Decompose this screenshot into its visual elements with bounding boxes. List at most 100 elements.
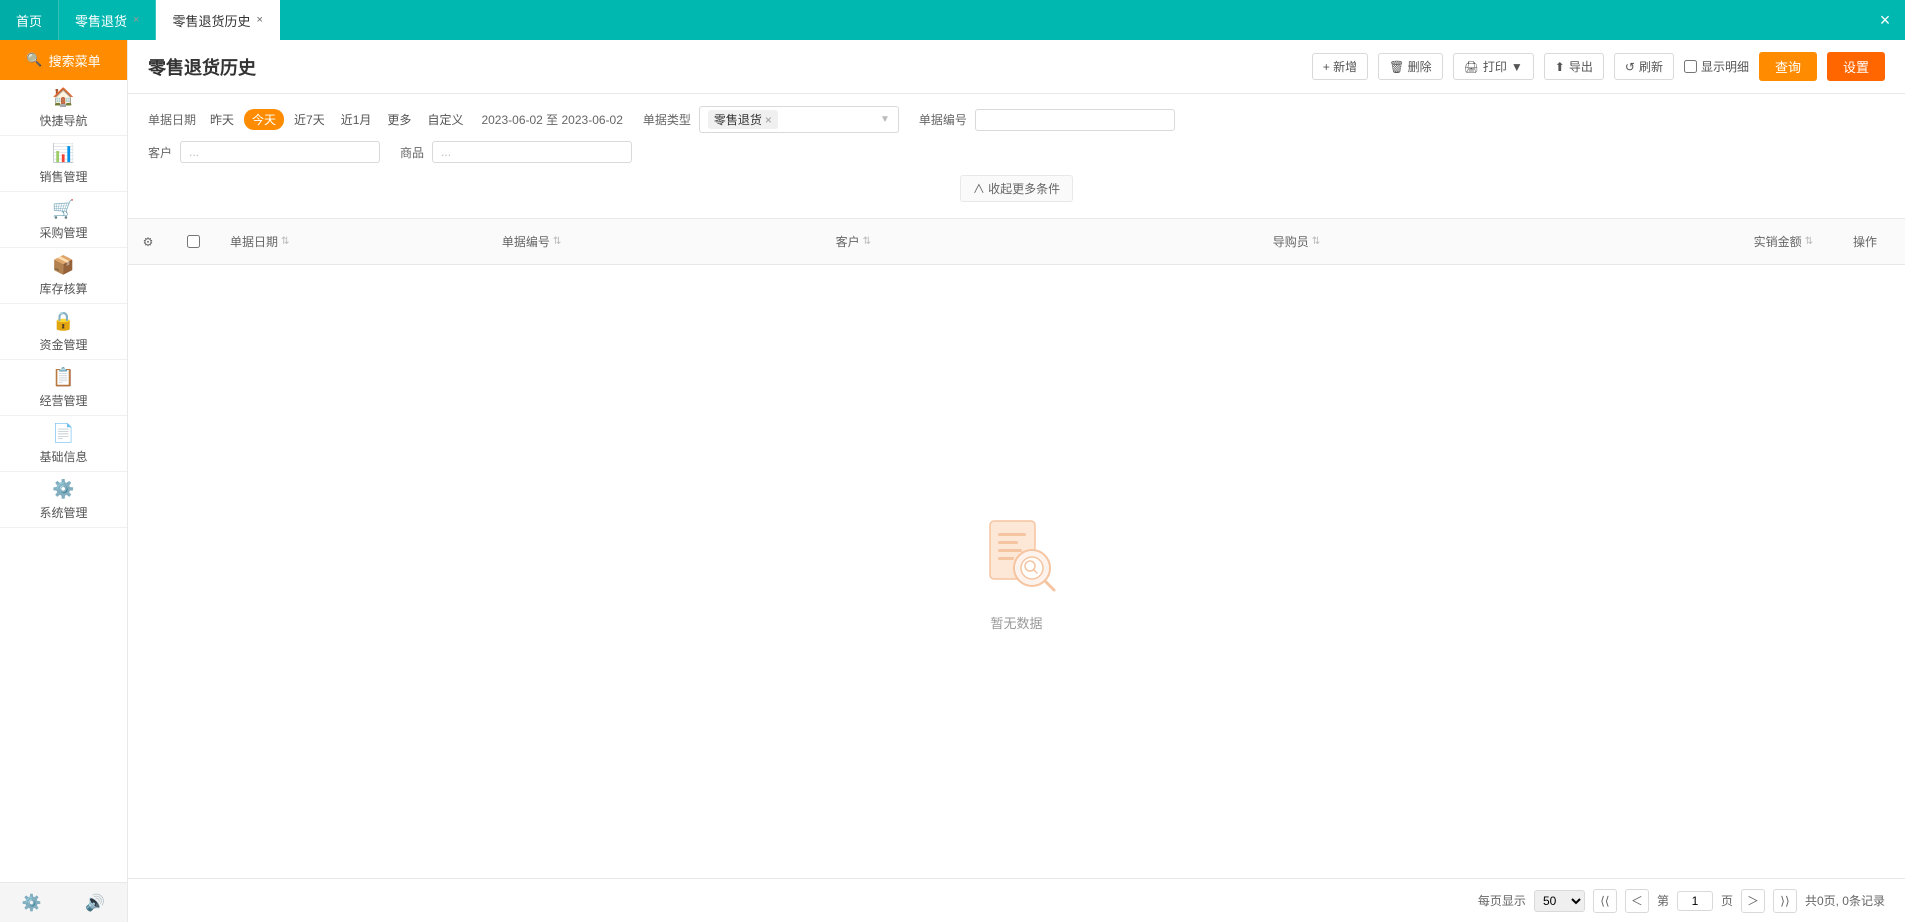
bill-no-filter-item: 单据编号 bbox=[919, 109, 1175, 131]
th-amount-label: 实销金额 bbox=[1754, 233, 1802, 250]
th-op-label: 操作 bbox=[1853, 233, 1877, 250]
date-btn-custom[interactable]: 自定义 bbox=[421, 109, 469, 130]
th-settings[interactable]: ⚙ bbox=[128, 229, 168, 255]
page-header: 零售退货历史 + 新增 🗑 删除 🖨 打印 ▼ ⬆ 导出 ↺ 刷新 bbox=[128, 40, 1905, 94]
date-range-display: 2023-06-02 至 2023-06-02 bbox=[481, 111, 622, 128]
empty-state: 暂无数据 bbox=[972, 511, 1062, 632]
sidebar-item-finance-label: 资金管理 bbox=[39, 336, 87, 353]
sidebar-item-system[interactable]: ⚙️ 系统管理 bbox=[0, 472, 127, 528]
th-check bbox=[168, 229, 218, 254]
top-bar: 首页 零售退货 × 零售退货历史 × × bbox=[0, 0, 1905, 40]
sort-amount-icon: ⇅ bbox=[1805, 236, 1813, 247]
inventory-icon: 📦 bbox=[52, 255, 74, 276]
column-settings-icon[interactable]: ⚙ bbox=[143, 235, 154, 249]
goods-input[interactable] bbox=[432, 141, 632, 163]
export-button[interactable]: ⬆ 导出 bbox=[1544, 53, 1604, 80]
settings-gear-icon[interactable]: ⚙️ bbox=[22, 893, 42, 913]
filter-row-1: 单据日期 昨天 今天 近7天 近1月 更多 自定义 2023-06-02 至 2… bbox=[148, 106, 1885, 133]
bill-type-tag-remove[interactable]: × bbox=[765, 113, 772, 127]
th-amount[interactable]: 实销金额 ⇅ bbox=[1594, 227, 1825, 256]
filter-row-2: 客户 商品 bbox=[148, 141, 1885, 163]
collapse-row: ∧ 收起更多条件 bbox=[148, 171, 1885, 206]
th-op: 操作 bbox=[1825, 227, 1905, 256]
th-bill-no[interactable]: 单据编号 ⇅ bbox=[490, 227, 824, 256]
table-area: ⚙ 单据日期 ⇅ 单据编号 ⇅ 客户 ⇅ 导购员 bbox=[128, 219, 1905, 878]
setting-button[interactable]: 设置 bbox=[1827, 52, 1885, 81]
tab-bar: 首页 零售退货 × 零售退货历史 × bbox=[0, 0, 1865, 40]
date-btn-more[interactable]: 更多 bbox=[381, 109, 417, 130]
date-filter-buttons: 昨天 今天 近7天 近1月 更多 自定义 bbox=[204, 109, 469, 130]
add-button[interactable]: + 新增 bbox=[1312, 53, 1368, 80]
export-icon: ⬆ bbox=[1555, 60, 1565, 74]
th-date-label: 单据日期 bbox=[230, 233, 278, 250]
print-button[interactable]: 🖨 打印 ▼ bbox=[1453, 53, 1534, 80]
sidebar-item-operations[interactable]: 📋 经营管理 bbox=[0, 360, 127, 416]
th-customer[interactable]: 客户 ⇅ bbox=[824, 227, 1261, 256]
search-icon: 🔍 bbox=[26, 52, 42, 68]
delete-button[interactable]: 🗑 删除 bbox=[1378, 53, 1443, 80]
date-btn-1month[interactable]: 近1月 bbox=[335, 109, 378, 130]
tab-retail-return-label: 零售退货 bbox=[75, 11, 127, 30]
tab-home-label: 首页 bbox=[16, 11, 42, 30]
sidebar-item-sales[interactable]: 📊 销售管理 bbox=[0, 136, 127, 192]
filter-area: 单据日期 昨天 今天 近7天 近1月 更多 自定义 2023-06-02 至 2… bbox=[128, 94, 1905, 219]
date-filter-item: 单据日期 昨天 今天 近7天 近1月 更多 自定义 2023-06-02 至 2… bbox=[148, 109, 623, 130]
refresh-icon: ↺ bbox=[1625, 60, 1635, 74]
collapse-button[interactable]: ∧ 收起更多条件 bbox=[960, 175, 1073, 202]
window-close-button[interactable]: × bbox=[1865, 10, 1905, 31]
tab-retail-return-history[interactable]: 零售退货历史 × bbox=[156, 0, 279, 40]
page-number-input[interactable] bbox=[1677, 891, 1713, 911]
sidebar: 🔍 搜索菜单 🏠 快捷导航 📊 销售管理 🛒 采购管理 📦 库存核算 🔒 资金管… bbox=[0, 40, 128, 922]
tab-retail-return-history-close[interactable]: × bbox=[256, 14, 262, 26]
show-detail-checkbox[interactable] bbox=[1684, 60, 1697, 73]
tab-retail-return-close[interactable]: × bbox=[133, 14, 139, 26]
last-page-button[interactable]: ⟩⟩ bbox=[1773, 889, 1797, 913]
date-btn-today[interactable]: 今天 bbox=[244, 109, 284, 130]
export-label: 导出 bbox=[1569, 58, 1593, 75]
system-icon: ⚙️ bbox=[52, 479, 74, 500]
select-all-checkbox[interactable] bbox=[187, 235, 200, 248]
sidebar-item-basic-info[interactable]: 📄 基础信息 bbox=[0, 416, 127, 472]
sidebar-search[interactable]: 🔍 搜索菜单 bbox=[0, 40, 127, 80]
empty-illustration bbox=[972, 511, 1062, 601]
customer-input[interactable] bbox=[180, 141, 380, 163]
main-layout: 🔍 搜索菜单 🏠 快捷导航 📊 销售管理 🛒 采购管理 📦 库存核算 🔒 资金管… bbox=[0, 40, 1905, 922]
header-actions: + 新增 🗑 删除 🖨 打印 ▼ ⬆ 导出 ↺ 刷新 显示明细 bbox=[1312, 52, 1885, 81]
query-button[interactable]: 查询 bbox=[1759, 52, 1817, 81]
sidebar-bottom: ⚙️ 🔊 bbox=[0, 882, 127, 922]
sidebar-item-basic-info-label: 基础信息 bbox=[39, 448, 87, 465]
sidebar-item-finance[interactable]: 🔒 资金管理 bbox=[0, 304, 127, 360]
sidebar-item-quicknav-label: 快捷导航 bbox=[39, 112, 87, 129]
th-date[interactable]: 单据日期 ⇅ bbox=[218, 227, 490, 256]
sidebar-item-purchase-label: 采购管理 bbox=[39, 224, 87, 241]
bill-no-input[interactable] bbox=[975, 109, 1175, 131]
refresh-button[interactable]: ↺ 刷新 bbox=[1614, 53, 1674, 80]
tab-retail-return-history-label: 零售退货历史 bbox=[172, 11, 250, 30]
show-detail-checkbox-label: 显示明细 bbox=[1684, 58, 1749, 75]
th-guide[interactable]: 导购员 ⇅ bbox=[1261, 227, 1595, 256]
next-page-button[interactable]: ＞ bbox=[1741, 889, 1765, 913]
prev-page-button[interactable]: ＜ bbox=[1625, 889, 1649, 913]
first-page-button[interactable]: ⟨⟨ bbox=[1593, 889, 1617, 913]
sidebar-item-inventory[interactable]: 📦 库存核算 bbox=[0, 248, 127, 304]
per-page-select[interactable]: 50 10 20 100 bbox=[1534, 890, 1585, 912]
sidebar-item-quicknav[interactable]: 🏠 快捷导航 bbox=[0, 80, 127, 136]
volume-icon[interactable]: 🔊 bbox=[85, 893, 105, 913]
operations-icon: 📋 bbox=[52, 367, 74, 388]
show-detail-label: 显示明细 bbox=[1701, 58, 1749, 75]
sort-customer-icon: ⇅ bbox=[863, 236, 871, 247]
sidebar-item-sales-label: 销售管理 bbox=[39, 168, 87, 185]
date-filter-label: 单据日期 bbox=[148, 111, 196, 128]
date-btn-7days[interactable]: 近7天 bbox=[288, 109, 331, 130]
print-label: 打印 bbox=[1483, 58, 1507, 75]
table-body: 暂无数据 bbox=[128, 265, 1905, 878]
per-page-label: 每页显示 bbox=[1478, 892, 1526, 909]
date-btn-yesterday[interactable]: 昨天 bbox=[204, 109, 240, 130]
sidebar-item-system-label: 系统管理 bbox=[39, 504, 87, 521]
pagination: 每页显示 50 10 20 100 ⟨⟨ ＜ 第 页 ＞ ⟩⟩ 共0页, 0条记… bbox=[128, 878, 1905, 922]
tab-retail-return[interactable]: 零售退货 × bbox=[59, 0, 156, 40]
sidebar-item-purchase[interactable]: 🛒 采购管理 bbox=[0, 192, 127, 248]
total-info: 共0页, 0条记录 bbox=[1805, 892, 1885, 909]
bill-type-select[interactable]: 零售退货 × ▼ bbox=[699, 106, 899, 133]
tab-home[interactable]: 首页 bbox=[0, 0, 59, 40]
